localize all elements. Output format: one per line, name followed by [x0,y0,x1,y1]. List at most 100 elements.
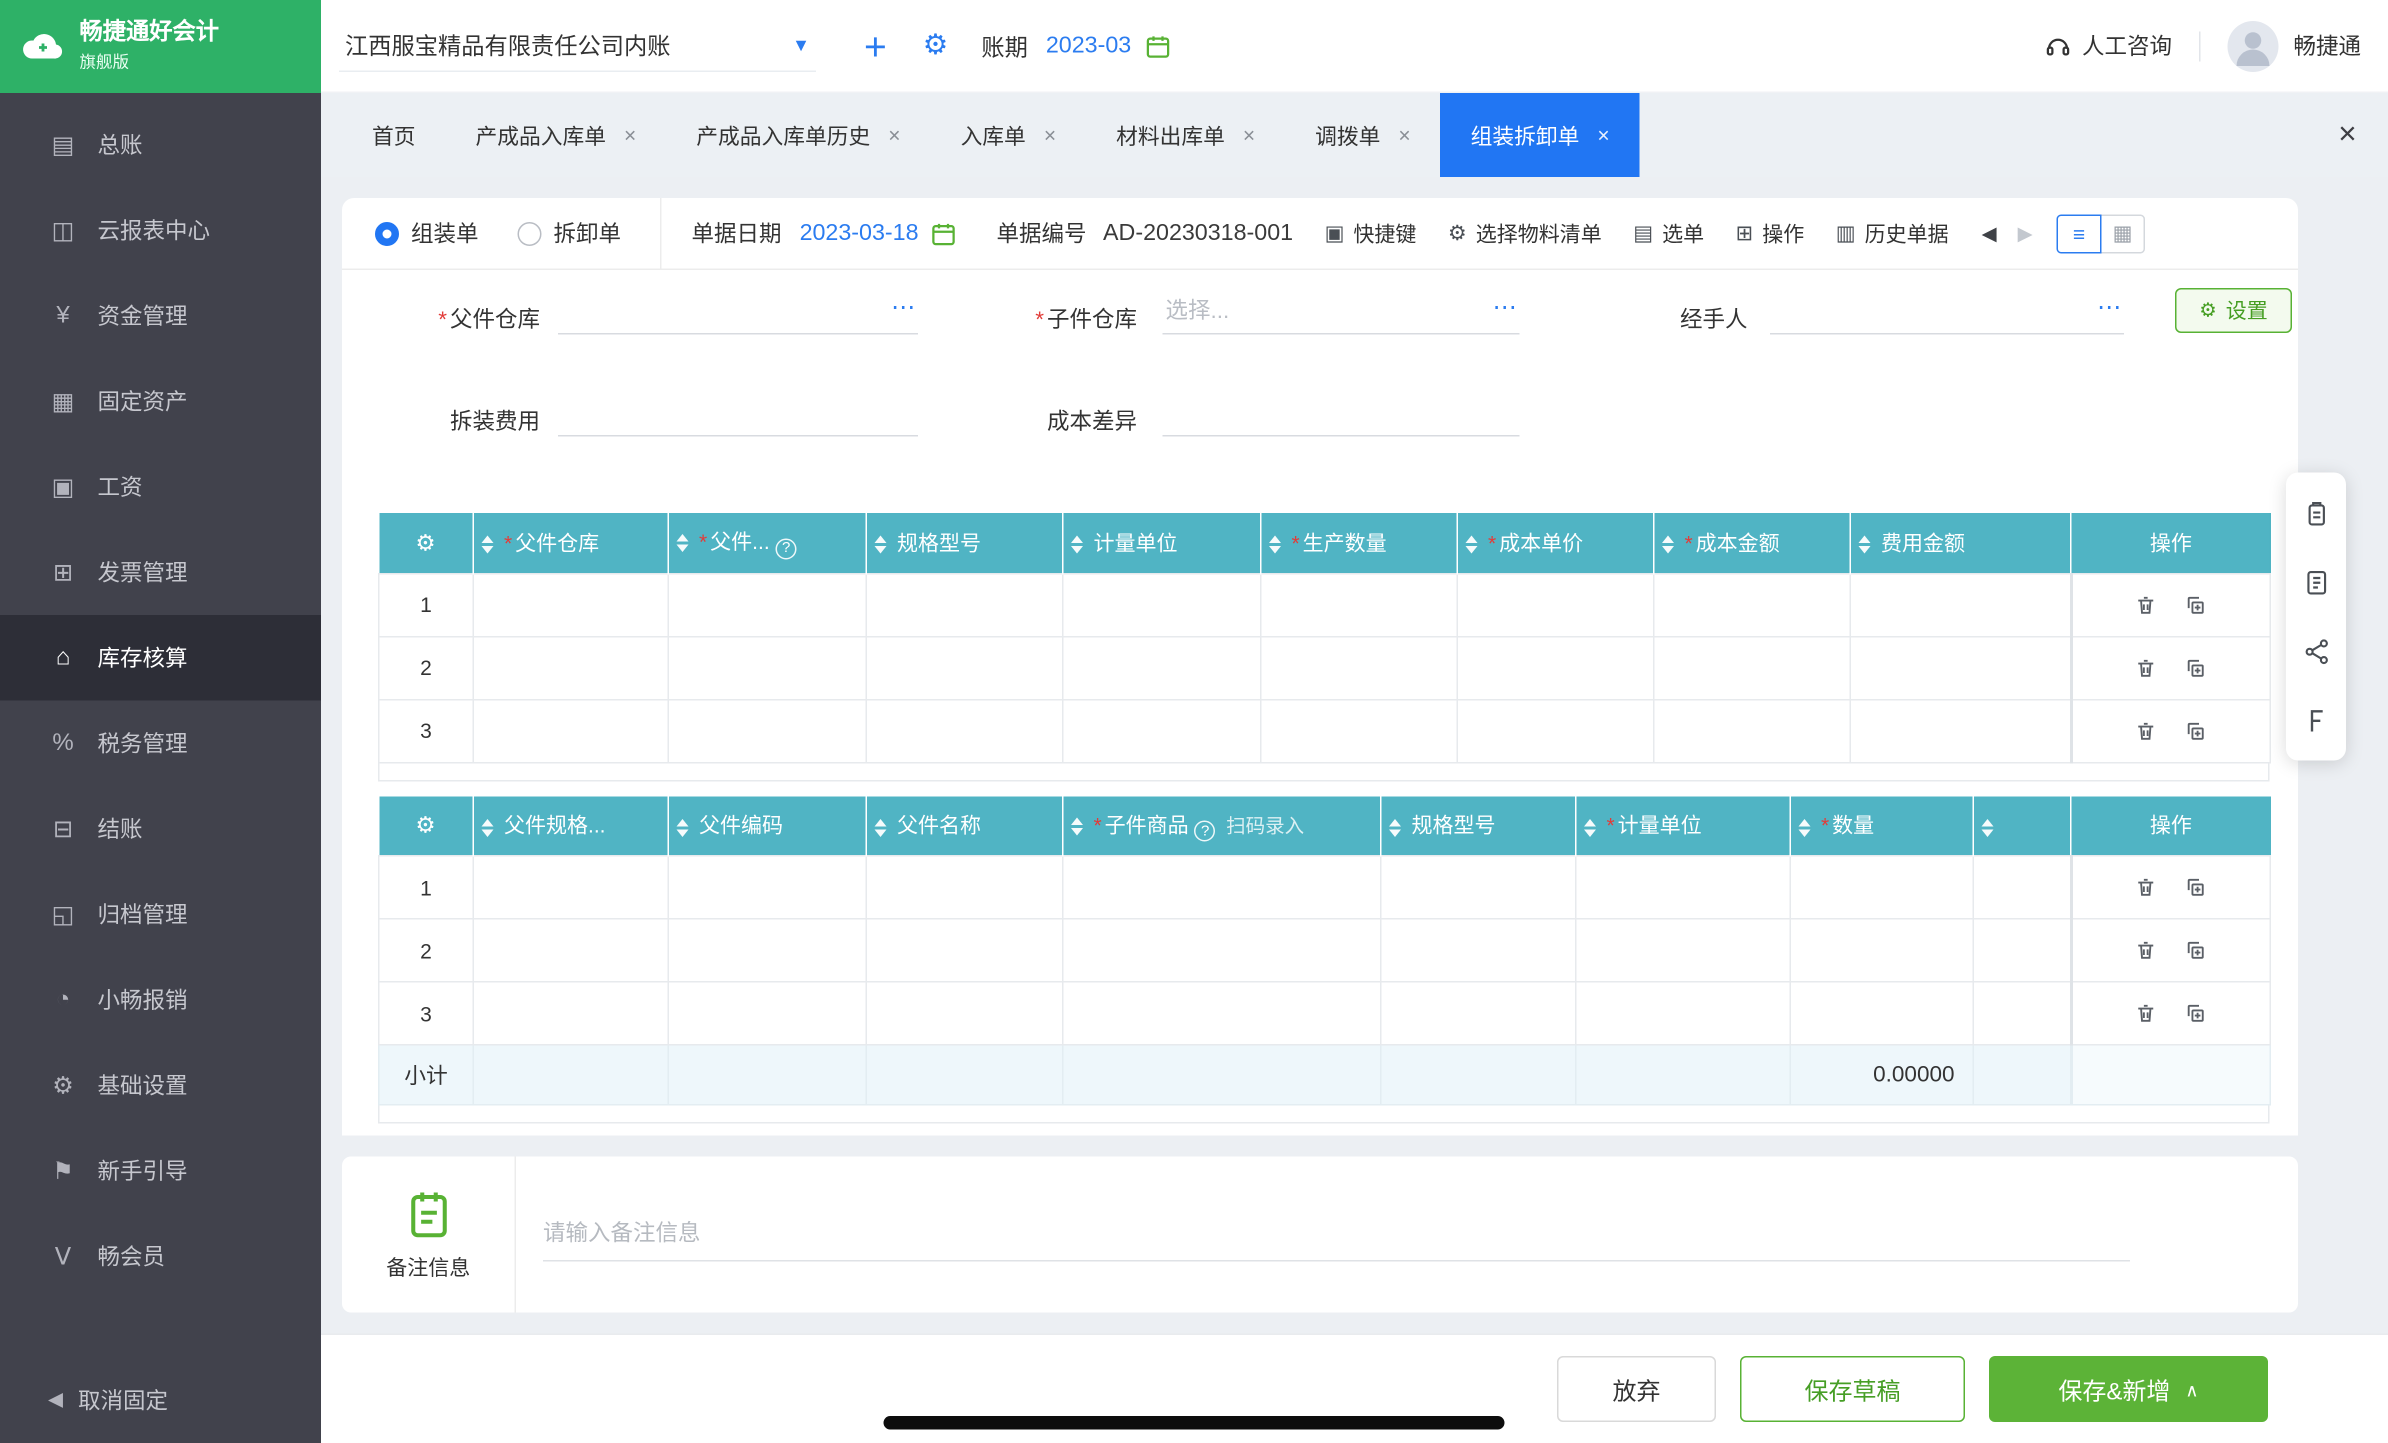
cell[interactable] [1260,572,1458,637]
share-tool-icon[interactable] [2286,617,2346,686]
calendar-icon[interactable] [931,220,958,247]
settings-button[interactable]: ⚙ 设置 [2175,288,2292,333]
next-doc-icon[interactable]: ▶ [2018,221,2033,245]
sidebar-item-tax[interactable]: % 税务管理 [0,701,321,787]
sidebar-item-cloud-reports[interactable]: ◫ 云报表中心 [0,188,321,274]
cell[interactable] [865,918,1064,983]
col-unit[interactable]: * 计量单位 [1575,795,1791,856]
col-spec-model[interactable]: 规格型号 [866,513,1064,573]
cell[interactable] [1062,981,1382,1046]
radio-assemble[interactable]: 组装单 [375,218,479,250]
sidebar-item-membership[interactable]: Ⅴ 畅会员 [0,1214,321,1300]
cell[interactable] [1972,855,2072,920]
select-bom-button[interactable]: ⚙ 选择物料清单 [1448,218,1602,248]
period-value[interactable]: 2023-03 [1046,32,1131,59]
radio-disassemble[interactable]: 拆卸单 [517,218,621,250]
previous-doc-icon[interactable]: ◀ [1982,221,1997,245]
cell[interactable] [1972,981,2072,1046]
cell[interactable] [1653,635,1851,700]
sort-icon[interactable] [1465,535,1480,554]
close-tab-icon[interactable]: × [1044,125,1056,146]
col-fee-amount[interactable]: 费用金额 [1850,513,2072,573]
sort-icon[interactable] [676,534,691,553]
cell[interactable] [472,918,669,983]
cell[interactable] [1849,635,2072,700]
operations-button[interactable]: ⊞ 操作 [1736,218,1805,248]
delete-row-icon[interactable] [2135,593,2158,616]
copy-row-icon[interactable] [2184,656,2207,679]
clipboard-tool-icon[interactable] [2286,479,2346,548]
cell[interactable] [865,572,1064,637]
sidebar-item-closing[interactable]: ⊟ 结账 [0,786,321,872]
save-and-new-button[interactable]: 保存&新增 ∧ [1989,1356,2268,1422]
col-production-qty[interactable]: * 生产数量 [1260,513,1458,573]
tab-transfer[interactable]: 调拨单 × [1285,93,1441,177]
delete-row-icon[interactable] [2135,656,2158,679]
tab-material-issue[interactable]: 材料出库单 × [1086,93,1285,177]
column-settings-header[interactable]: ⚙ [378,513,474,573]
cell[interactable] [1653,698,1851,763]
copy-row-icon[interactable] [2184,1002,2207,1025]
cell[interactable] [1062,918,1382,983]
cell[interactable] [1575,918,1791,983]
horizontal-scrollbar[interactable] [378,762,2270,781]
sort-icon[interactable] [874,818,889,837]
cell[interactable] [667,855,867,920]
support-button[interactable]: 人工咨询 [2044,30,2172,62]
close-tab-icon[interactable]: × [1597,125,1609,146]
cell[interactable] [865,855,1064,920]
sort-icon[interactable] [1071,817,1085,836]
handler-input[interactable] [1770,289,2124,333]
tab-finished-goods-receipt[interactable]: 产成品入库单 × [446,93,667,177]
col-parent-code[interactable]: 父件编码 [668,795,867,856]
cell[interactable] [1260,635,1458,700]
col-cost-amount[interactable]: * 成本金额 [1653,513,1851,573]
settings-gear-icon[interactable]: ⚙ [923,29,949,64]
delete-row-icon[interactable] [2135,939,2158,962]
company-selector[interactable]: 江西服宝精品有限责任公司内账 ▼ [339,20,816,72]
cell[interactable] [1653,572,1851,637]
copy-row-icon[interactable] [2184,719,2207,742]
cell[interactable] [667,572,867,637]
close-tab-icon[interactable]: × [624,125,636,146]
sidebar-item-guide[interactable]: ⚑ 新手引导 [0,1128,321,1214]
cell[interactable] [1849,572,2072,637]
tab-finished-goods-receipt-history[interactable]: 产成品入库单历史 × [666,93,930,177]
cell[interactable] [865,698,1064,763]
cell[interactable] [1789,855,1974,920]
cell[interactable] [1062,698,1262,763]
cell[interactable] [1380,981,1577,1046]
document-tool-icon[interactable] [2286,548,2346,617]
sort-icon[interactable] [1269,535,1283,554]
col-parent-item[interactable]: * 父件...? [668,513,867,573]
child-warehouse-input[interactable] [1162,289,1520,333]
select-order-button[interactable]: ▤ 选单 [1633,218,1704,248]
ellipsis-picker-icon[interactable]: ⋯ [2097,296,2121,321]
cell[interactable] [1575,855,1791,920]
disassembly-fee-input[interactable] [558,391,918,435]
sort-icon[interactable] [1981,818,1996,837]
add-button[interactable]: + [864,26,887,65]
parent-warehouse-input[interactable] [558,289,918,333]
sort-icon[interactable] [481,818,496,837]
help-icon[interactable]: ? [1194,820,1216,842]
cell[interactable] [667,698,867,763]
history-docs-button[interactable]: ▥ 历史单据 [1836,218,1949,248]
cell[interactable] [1456,635,1655,700]
close-tab-icon[interactable]: × [1243,125,1255,146]
cell[interactable] [472,855,669,920]
close-all-icon[interactable]: × [2307,93,2388,177]
copy-row-icon[interactable] [2184,593,2207,616]
cell[interactable] [472,981,669,1046]
help-icon[interactable]: ? [775,537,797,559]
list-view-icon[interactable]: ≡ [2056,213,2102,253]
user-menu[interactable]: 畅捷通 [2227,20,2361,72]
sort-icon[interactable] [1858,535,1873,554]
sidebar-item-archive[interactable]: ◱ 归档管理 [0,872,321,958]
delete-row-icon[interactable] [2135,1002,2158,1025]
col-child-item[interactable]: * 子件商品? 扫码录入 [1062,795,1382,856]
card-view-icon[interactable]: ▦ [2100,213,2146,253]
cell[interactable] [865,635,1064,700]
cell[interactable] [1380,918,1577,983]
sidebar-item-invoices[interactable]: ⊞ 发票管理 [0,530,321,616]
